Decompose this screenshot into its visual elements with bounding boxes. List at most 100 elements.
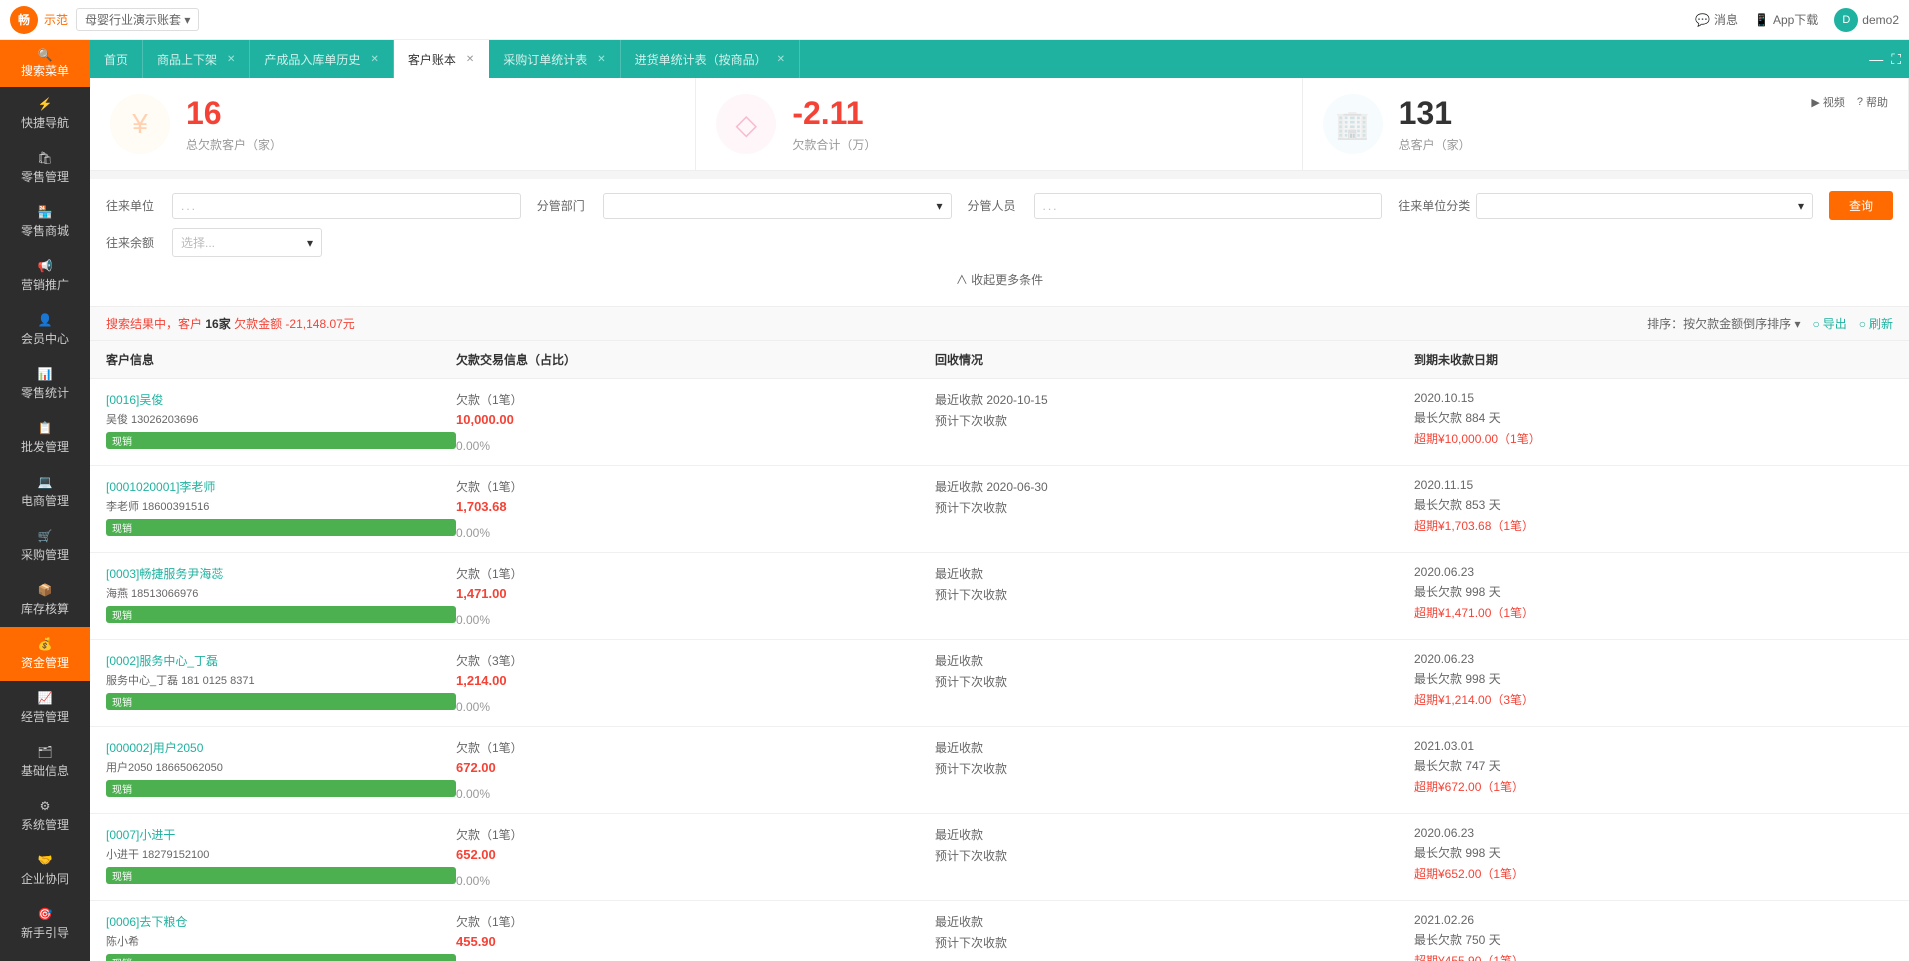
message-btn[interactable]: 💬 消息 [1695, 11, 1738, 28]
category-select[interactable]: ▾ [1476, 193, 1813, 219]
filter-row-1: 往来单位 ... 分管部门 ▾ [106, 191, 1893, 220]
customer-info-4: [000002]用户2050 用户2050 18665062050 现销 [106, 739, 456, 797]
recovery-info-5: 最近收款 预计下次收款 [935, 826, 1414, 864]
debt-info-2: 欠款（1笔） 1,471.00 0.00% [456, 565, 935, 627]
sidebar-item-ecommerce[interactable]: 💻 电商管理 [0, 465, 90, 519]
video-btn[interactable]: ▶ 视频 [1811, 94, 1844, 110]
sidebar-item-retail-mall[interactable]: 🏪 零售商城 [0, 195, 90, 249]
enterprise-icon: 🤝 [38, 853, 53, 867]
sidebar-item-app-center[interactable]: 📱 应用中心 [0, 951, 90, 961]
debt-info-6: 欠款（1笔） 455.90 0.00% [456, 913, 935, 961]
refresh-btn[interactable]: ○ 刷新 [1859, 315, 1893, 332]
customer-name-3[interactable]: [0002]服务中心_丁磊 [106, 652, 456, 669]
debt-ratio-3: 0.00% [456, 700, 935, 714]
batch-icon: 📋 [38, 421, 53, 435]
customer-tag-6: 现销 [106, 954, 456, 961]
total-customers-icon: 🏢 [1323, 94, 1383, 154]
debt-amount-0: 10,000.00 [456, 412, 935, 427]
table-row: [0001020001]李老师 李老师 18600391516 现销 欠款（1笔… [90, 466, 1909, 553]
customer-name-6[interactable]: [0006]去下粮仓 [106, 913, 456, 930]
sort-label[interactable]: 排序：按欠款金额倒序排序 ▾ [1647, 315, 1800, 332]
sidebar-item-sys-mgmt[interactable]: ⚙ 系统管理 [0, 789, 90, 843]
overdue-amount-3[interactable]: 超期¥1,214.00（3笔） [1414, 691, 1893, 708]
customer-name-1[interactable]: [0001020001]李老师 [106, 478, 456, 495]
overdue-amount-4[interactable]: 超期¥672.00（1笔） [1414, 778, 1893, 795]
sidebar-item-retail-stats[interactable]: 📊 零售统计 [0, 357, 90, 411]
filter-supplier-label: 往来单位 [106, 197, 166, 214]
table-row: [0007]小进干 小进干 18279152100 现销 欠款（1笔） 652.… [90, 814, 1909, 901]
sidebar-item-inventory[interactable]: 📦 库存核算 [0, 573, 90, 627]
sidebar-item-base-info[interactable]: 🗂 基础信息 [0, 735, 90, 789]
filter-row-2: 往来余额 选择... ▾ [106, 228, 1893, 257]
manager-input[interactable]: ... [1034, 193, 1383, 219]
ecommerce-icon: 💻 [38, 475, 53, 489]
supplier-input[interactable]: ... [172, 193, 521, 219]
sys-mgmt-icon: ⚙ [40, 799, 51, 813]
sidebar: 🔍 搜索菜单 ⚡ 快捷导航 🛍 零售管理 🏪 零售商城 📢 营销推广 👤 [0, 40, 90, 961]
sidebar-item-member[interactable]: 👤 会员中心 [0, 303, 90, 357]
stats-row: ¥ 16 总欠款客户（家） ◇ -2.11 欠款合计（万） [90, 78, 1909, 171]
tab-close-purchase-stats[interactable]: ✕ [597, 54, 605, 65]
user-profile-btn[interactable]: D demo2 [1834, 8, 1899, 32]
sidebar-item-marketing[interactable]: 📢 营销推广 [0, 249, 90, 303]
balance-chevron-icon: ▾ [307, 236, 313, 250]
debt-title-4: 欠款（1笔） [456, 739, 935, 756]
tab-customer-account[interactable]: 客户账本 ✕ [394, 40, 489, 78]
tab-close-product-history[interactable]: ✕ [370, 54, 378, 65]
tab-bar-actions: — ⛶ [1861, 51, 1909, 68]
recovery-info-2: 最近收款 预计下次收款 [935, 565, 1414, 603]
customer-name-0[interactable]: [0016]吴俊 [106, 391, 456, 408]
app-download-btn[interactable]: 📱 App下载 [1754, 11, 1818, 28]
tab-close-customer-account[interactable]: ✕ [466, 54, 474, 65]
overdue-amount-6[interactable]: 超期¥455.90（1笔） [1414, 952, 1893, 961]
filter-dept-label: 分管部门 [537, 197, 597, 214]
filter-manager: 分管人员 ... [968, 193, 1383, 219]
customer-name-4[interactable]: [000002]用户2050 [106, 739, 456, 756]
sidebar-item-enterprise[interactable]: 🤝 企业协同 [0, 843, 90, 897]
avatar: D [1834, 8, 1858, 32]
debt-amount-1: 1,703.68 [456, 499, 935, 514]
sidebar-item-purchase[interactable]: 🛒 采购管理 [0, 519, 90, 573]
sidebar-item-new-guide[interactable]: 🎯 新手引导 [0, 897, 90, 951]
tab-close-import-stats[interactable]: ✕ [777, 54, 785, 65]
col-debt-info: 欠款交易信息（占比） [456, 351, 935, 368]
balance-select[interactable]: 选择... ▾ [172, 228, 322, 257]
tab-import-stats[interactable]: 进货单统计表（按商品） ✕ [621, 40, 800, 78]
help-btn[interactable]: ? 帮助 [1857, 94, 1888, 110]
sidebar-item-finance[interactable]: 💰 资金管理 [0, 627, 90, 681]
tab-product-offline[interactable]: 商品上下架 ✕ [143, 40, 250, 78]
sidebar-item-retail-mgmt[interactable]: 🛍 零售管理 [0, 141, 90, 195]
customer-name-5[interactable]: [0007]小进干 [106, 826, 456, 843]
debt-title-5: 欠款（1笔） [456, 826, 935, 843]
debt-info-5: 欠款（1笔） 652.00 0.00% [456, 826, 935, 888]
tab-purchase-stats[interactable]: 采购订单统计表 ✕ [489, 40, 620, 78]
overdue-amount-2[interactable]: 超期¥1,471.00（1笔） [1414, 604, 1893, 621]
export-btn[interactable]: ○ 导出 [1812, 315, 1846, 332]
purchase-icon: 🛒 [38, 529, 53, 543]
search-btn[interactable]: 查询 [1829, 191, 1893, 220]
overdue-amount-1[interactable]: 超期¥1,703.68（1笔） [1414, 517, 1893, 534]
overdue-amount-0[interactable]: 超期¥10,000.00（1笔） [1414, 430, 1893, 447]
overdue-info-6: 2021.02.26 最长欠款 750 天 超期¥455.90（1笔） [1414, 913, 1893, 961]
sidebar-item-operation[interactable]: 📈 经营管理 [0, 681, 90, 735]
sidebar-search-btn[interactable]: 🔍 搜索菜单 [0, 40, 90, 87]
tab-product-history[interactable]: 产成品入库单历史 ✕ [250, 40, 393, 78]
recovery-info-0: 最近收款 2020-10-15 预计下次收款 [935, 391, 1414, 429]
overdue-amount-5[interactable]: 超期¥652.00（1笔） [1414, 865, 1893, 882]
collapse-btn[interactable]: ∧ 收起更多条件 [106, 265, 1893, 294]
total-customers-label: 总客户（家） [1399, 136, 1796, 153]
sidebar-item-quick-nav[interactable]: ⚡ 快捷导航 [0, 87, 90, 141]
tab-minimize-icon[interactable]: — [1869, 51, 1883, 67]
tab-maximize-icon[interactable]: ⛶ [1891, 51, 1901, 68]
sidebar-item-batch-mgmt[interactable]: 📋 批发管理 [0, 411, 90, 465]
debt-customers-label: 总欠款客户（家） [186, 136, 675, 153]
tab-home[interactable]: 首页 [90, 40, 143, 78]
debt-info-3: 欠款（3笔） 1,214.00 0.00% [456, 652, 935, 714]
dept-select[interactable]: ▾ [603, 193, 952, 219]
tab-close-product-offline[interactable]: ✕ [227, 54, 235, 65]
marketing-icon: 📢 [38, 259, 53, 273]
filter-supplier: 往来单位 ... [106, 193, 521, 219]
customer-name-2[interactable]: [0003]畅捷服务尹海蕊 [106, 565, 456, 582]
company-selector[interactable]: 母婴行业演示账套 ▾ [76, 8, 199, 31]
debt-title-1: 欠款（1笔） [456, 478, 935, 495]
